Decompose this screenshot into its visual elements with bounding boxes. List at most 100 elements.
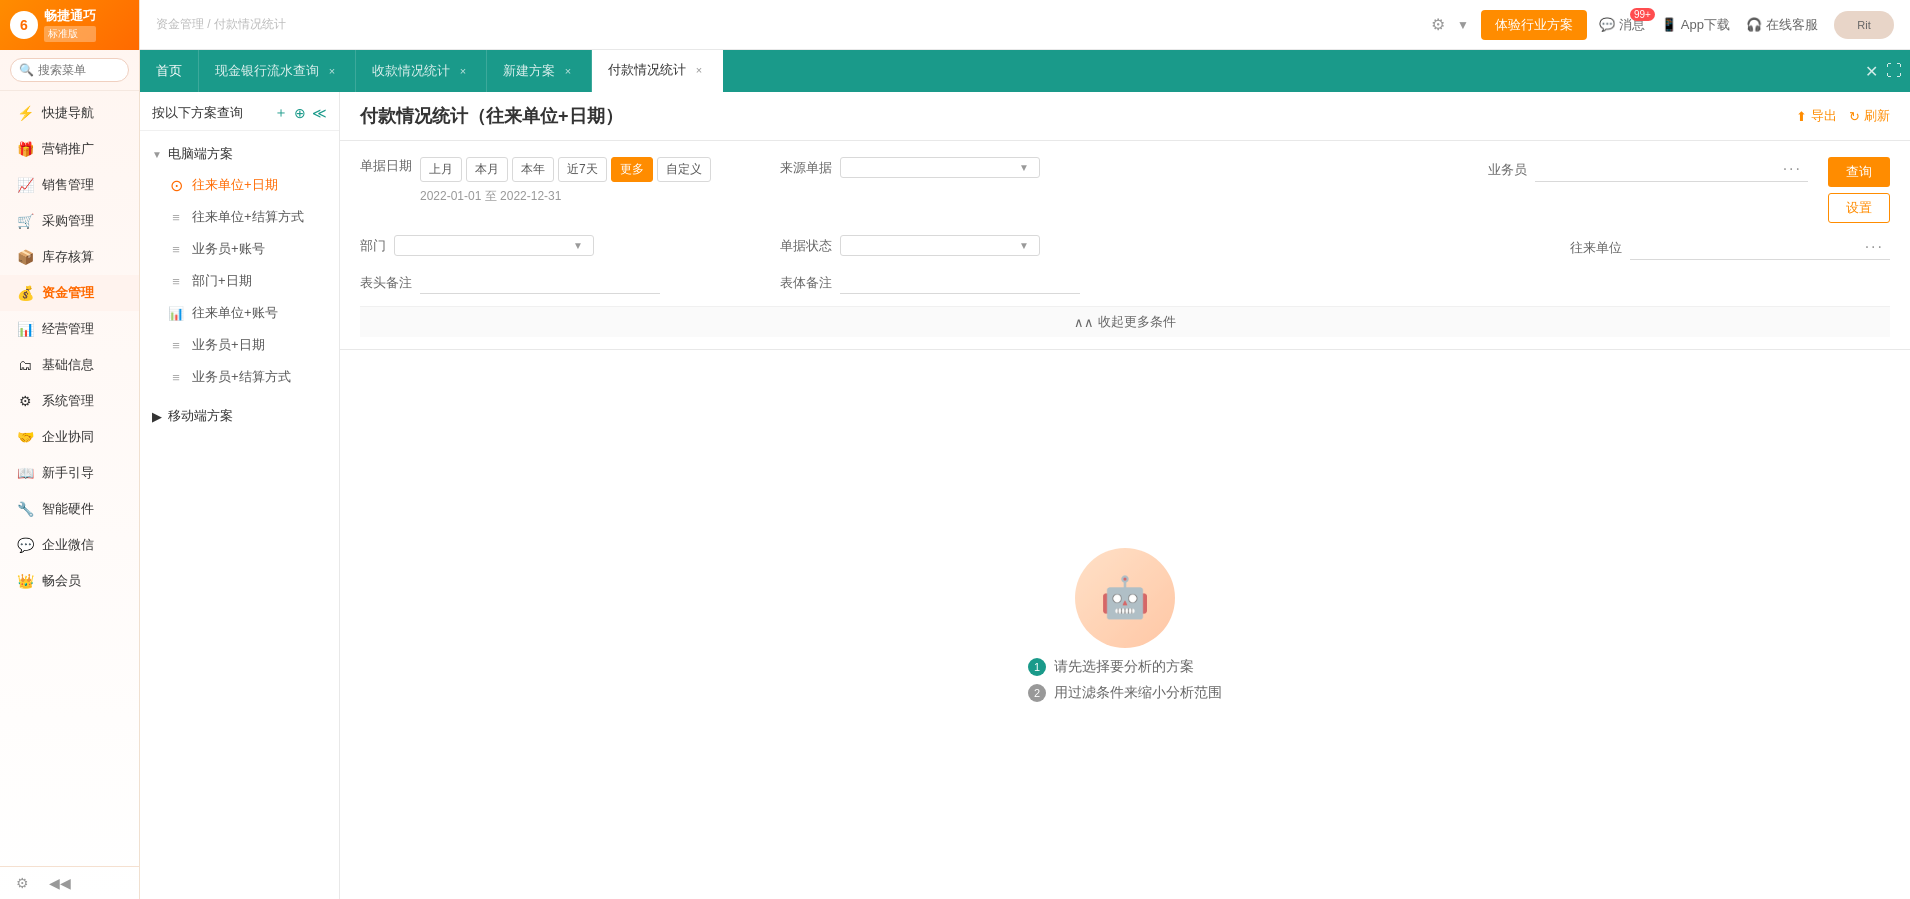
messages-button[interactable]: 💬 消息 99+ [1599,16,1645,34]
collapse-filter-button[interactable]: ∧∧ 收起更多条件 [360,306,1890,337]
tab-receipt[interactable]: 收款情况统计 × [356,50,487,92]
sidebar-item-member[interactable]: 👑 畅会员 [0,563,139,599]
topbar-right: 💬 消息 99+ 📱 App下载 🎧 在线客服 Rit [1599,11,1894,39]
page-title: 付款情况统计（往来单位+日期） [360,104,623,128]
pc-scheme-title[interactable]: ▼ 电脑端方案 [140,139,339,169]
body-note-input[interactable] [840,272,1080,294]
online-service-button[interactable]: 🎧 在线客服 [1746,16,1818,34]
dept-group: 部门 ▼ [360,235,760,256]
inventory-icon: 📦 [16,249,34,265]
sidebar-label-basic: 基础信息 [42,356,94,374]
add-scheme-icon[interactable]: ＋ [274,104,288,122]
topbar-dropdown-icon[interactable]: ▼ [1457,18,1469,32]
sidebar-label-weixin: 企业微信 [42,536,94,554]
partner-date-icon: ⊙ [168,177,184,193]
maximize-window-icon[interactable]: ⛶ [1886,62,1902,80]
settings-footer-icon[interactable]: ⚙ [16,875,29,891]
sidebar-label-sales: 销售管理 [42,176,94,194]
service-icon: 🎧 [1746,17,1762,32]
enterprise-icon: 🤝 [16,429,34,445]
tab-window-buttons: ✕ ⛶ [1857,50,1910,92]
partner-ellipsis-btn[interactable]: ··· [1865,238,1884,256]
collapse-sidebar-icon[interactable]: ◀◀ [49,875,71,891]
close-window-icon[interactable]: ✕ [1865,62,1878,81]
tab-new-scheme-close[interactable]: × [561,64,575,78]
collapse-panel-icon[interactable]: ≪ [312,105,327,121]
staff-input-area: ··· [1535,157,1808,182]
scheme-item-partner-account[interactable]: 📊 往来单位+账号 [140,297,339,329]
app-download-button[interactable]: 📱 App下载 [1661,16,1730,34]
partner-input-area: ··· [1630,235,1890,260]
dept-date-label: 部门+日期 [192,272,252,290]
topbar-settings-icon[interactable]: ⚙ [1431,15,1445,34]
sidebar-item-basic[interactable]: 🗂 基础信息 [0,347,139,383]
system-icon: ⚙ [16,393,34,409]
sidebar-item-finance[interactable]: 💰 资金管理 [0,275,139,311]
app-download-label: App下载 [1681,16,1730,34]
search-input[interactable] [38,63,118,77]
sidebar-item-sales[interactable]: 📈 销售管理 [0,167,139,203]
sidebar-item-inventory[interactable]: 📦 库存核算 [0,239,139,275]
query-button[interactable]: 查询 [1828,157,1890,187]
sidebar-nav: ⚡ 快捷导航 🎁 营销推广 📈 销售管理 🛒 采购管理 📦 库存核算 💰 资金管… [0,91,139,866]
tab-new-scheme[interactable]: 新建方案 × [487,50,592,92]
search-box[interactable]: 🔍 [10,58,129,82]
refresh-icon: ↻ [1849,109,1860,124]
sidebar-item-operations[interactable]: 📊 经营管理 [0,311,139,347]
sales-icon: 📈 [16,177,34,193]
sidebar-item-system[interactable]: ⚙ 系统管理 [0,383,139,419]
staff-ellipsis-btn[interactable]: ··· [1783,160,1802,178]
user-avatar[interactable]: Rit [1834,11,1894,39]
date-btn-custom[interactable]: 自定义 [657,157,711,182]
empty-state: 🤖 1 请先选择要分析的方案 2 用过滤条件来缩小分析范围 [340,350,1910,899]
voucher-status-label: 单据状态 [780,237,832,255]
source-label: 来源单据 [780,159,832,177]
sidebar-item-hardware[interactable]: 🔧 智能硬件 [0,491,139,527]
sidebar-logo: 6 畅捷通巧 标准版 [0,0,139,50]
tab-cashflow[interactable]: 现金银行流水查询 × [199,50,356,92]
source-select[interactable]: ▼ [840,157,1040,178]
phone-icon: 📱 [1661,17,1677,32]
tab-home[interactable]: 首页 [140,50,199,92]
scheme-item-partner-date[interactable]: ⊙ 往来单位+日期 [140,169,339,201]
sidebar-item-enterprise[interactable]: 🤝 企业协同 [0,419,139,455]
date-btn-last-month[interactable]: 上月 [420,157,462,182]
export-button[interactable]: ⬆ 导出 [1796,107,1837,125]
voucher-status-select[interactable]: ▼ [840,235,1040,256]
header-note-input[interactable] [420,272,660,294]
staff-settle-label: 业务员+结算方式 [192,368,291,386]
scheme-item-staff-settle[interactable]: ≡ 业务员+结算方式 [140,361,339,393]
refresh-button[interactable]: ↻ 刷新 [1849,107,1890,125]
filter-row-1: 单据日期 上月 本月 本年 近7天 更多 自定义 2022-01-01 至 20… [360,157,1890,223]
sidebar-footer: ⚙ ◀◀ [0,866,139,899]
tab-receipt-label: 收款情况统计 [372,62,450,80]
staff-settle-icon: ≡ [168,369,184,385]
settings-button[interactable]: 设置 [1828,193,1890,223]
sidebar-label-finance: 资金管理 [42,284,94,302]
sidebar-item-guide[interactable]: 📖 新手引导 [0,455,139,491]
voucher-date-label: 单据日期 [360,157,412,175]
sidebar-item-marketing[interactable]: 🎁 营销推广 [0,131,139,167]
dept-select[interactable]: ▼ [394,235,594,256]
date-btn-7days[interactable]: 近7天 [558,157,607,182]
date-btn-more[interactable]: 更多 [611,157,653,182]
trial-button[interactable]: 体验行业方案 [1481,10,1587,40]
scheme-item-staff-date[interactable]: ≡ 业务员+日期 [140,329,339,361]
sidebar-item-weixin[interactable]: 💬 企业微信 [0,527,139,563]
sidebar-item-purchase[interactable]: 🛒 采购管理 [0,203,139,239]
tab-cashflow-close[interactable]: × [325,64,339,78]
hardware-icon: 🔧 [16,501,34,517]
scheme-item-partner-settle[interactable]: ≡ 往来单位+结算方式 [140,201,339,233]
mobile-scheme-title[interactable]: ▶ 移动端方案 [152,407,327,425]
date-btn-this-month[interactable]: 本月 [466,157,508,182]
pc-section-label: 电脑端方案 [168,145,233,163]
tab-payment[interactable]: 付款情况统计 × [592,50,723,92]
right-content: 付款情况统计（往来单位+日期） ⬆ 导出 ↻ 刷新 [340,92,1910,899]
date-btn-this-year[interactable]: 本年 [512,157,554,182]
scheme-item-staff-account[interactable]: ≡ 业务员+账号 [140,233,339,265]
sidebar-item-quick-nav[interactable]: ⚡ 快捷导航 [0,95,139,131]
scheme-settings-icon[interactable]: ⊕ [294,105,306,121]
tab-payment-close[interactable]: × [692,63,706,77]
scheme-item-dept-date[interactable]: ≡ 部门+日期 [140,265,339,297]
tab-receipt-close[interactable]: × [456,64,470,78]
